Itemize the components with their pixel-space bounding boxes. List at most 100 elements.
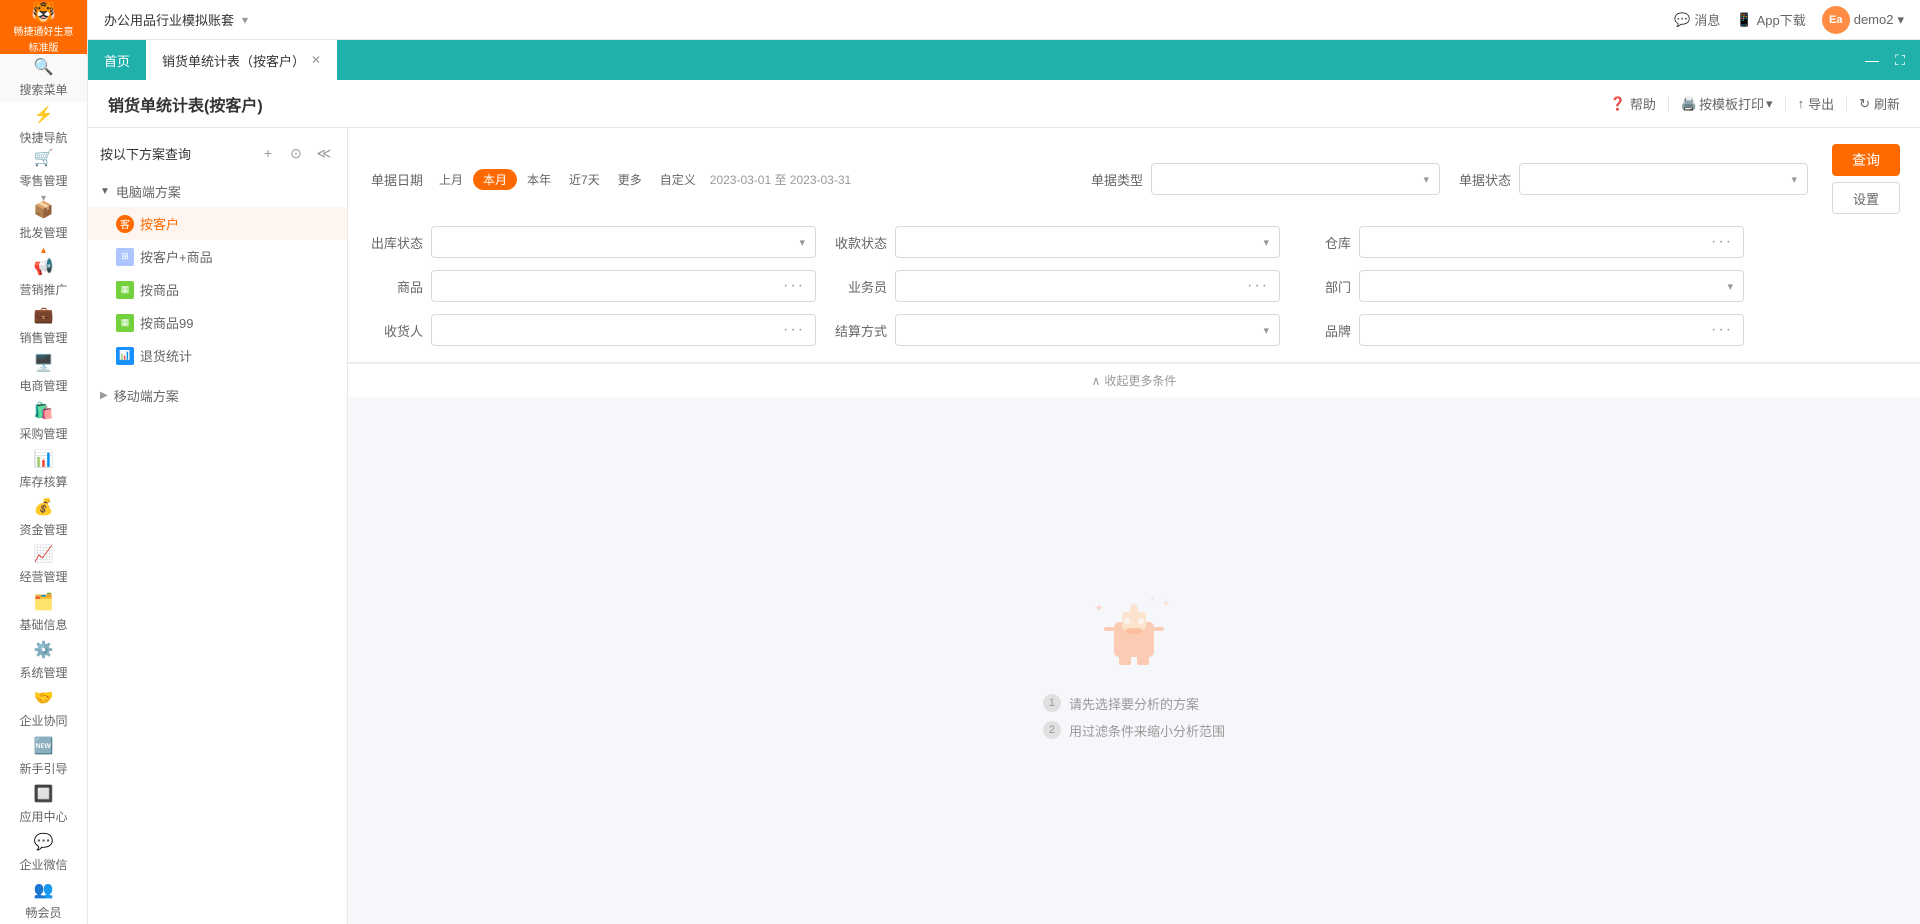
sidebar-item-inventory-label: 库存核算 <box>19 473 67 490</box>
tree-root-mobile-label: 移动端方案 <box>114 386 179 405</box>
goods-input[interactable]: ··· <box>431 270 816 302</box>
sidebar-item-quicknav[interactable]: ⚡ 快捷导航 <box>0 102 87 150</box>
tab-minimize-btn[interactable]: — <box>1860 48 1884 72</box>
logo-sub: 标准版 <box>29 39 59 54</box>
filter-out-status: 出库状态 ▾ <box>368 226 816 258</box>
date-tab-7days[interactable]: 近7天 <box>561 169 608 190</box>
sidebar-item-appcenter[interactable]: 🔲 应用中心 <box>0 780 87 828</box>
sidebar-item-wholesale[interactable]: 📦 批发管理 ▴ <box>0 202 87 254</box>
tree-item-by-customer[interactable]: 客 按客户 <box>88 207 347 240</box>
print-btn[interactable]: 🖨️ 按模板打印 ▾ <box>1681 94 1773 113</box>
app-download-btn[interactable]: 📱 App下载 <box>1736 10 1805 29</box>
page-header: 销货单统计表(按客户) ❓ 帮助 🖨️ 按模板打印 ▾ ↑ 导出 <box>88 80 1920 128</box>
sidebar-item-corpwechat-label: 企业微信 <box>19 856 67 873</box>
user-area[interactable]: Ea demo2 ▾ <box>1822 6 1904 34</box>
export-btn[interactable]: ↑ 导出 <box>1798 94 1835 113</box>
sidebar-item-appcenter-label: 应用中心 <box>19 808 67 825</box>
sidebar-item-enterprise[interactable]: 🤝 企业协同 <box>0 685 87 733</box>
out-status-input[interactable]: ▾ <box>431 226 816 258</box>
settings-button[interactable]: 设置 <box>1832 182 1900 214</box>
sidebar-item-retail[interactable]: 🛒 零售管理 ▾ <box>0 150 87 202</box>
date-tab-thisyear[interactable]: 本年 <box>519 169 559 190</box>
filter-goods: 商品 ··· <box>368 270 816 302</box>
sidebar-item-search[interactable]: 🔍 搜索菜单 <box>0 54 87 102</box>
panel-add-btn[interactable]: + <box>257 142 279 164</box>
tree-mobile-section: ▶ 移动端方案 <box>88 376 347 415</box>
panel-collapse-btn[interactable]: ≪ <box>313 142 335 164</box>
refresh-icon: ↻ <box>1859 96 1870 112</box>
tab-maximize-btn[interactable]: ⛶ <box>1888 48 1912 72</box>
logo-text: 畅捷通好生意 <box>14 27 74 39</box>
quicknav-icon: ⚡ <box>34 105 54 125</box>
by-customer-label: 按客户 <box>140 214 179 233</box>
query-button[interactable]: 查询 <box>1832 144 1900 176</box>
date-tab-more[interactable]: 更多 <box>610 169 650 190</box>
settle-input[interactable]: ▾ <box>895 314 1280 346</box>
date-tab-lastmonth[interactable]: 上月 <box>431 169 471 190</box>
sidebar-item-finance[interactable]: 💰 资金管理 <box>0 493 87 541</box>
tab-home[interactable]: 首页 <box>88 40 146 80</box>
recv-status-input[interactable]: ▾ <box>895 226 1280 258</box>
sidebar-item-purchase-label: 采购管理 <box>19 425 67 442</box>
message-btn[interactable]: 💬 消息 <box>1674 10 1720 29</box>
order-status-input[interactable]: ▾ <box>1519 163 1808 195</box>
tree-root-mobile[interactable]: ▶ 移动端方案 <box>88 380 347 411</box>
svg-text:✦: ✦ <box>1149 595 1156 604</box>
help-btn[interactable]: ❓ 帮助 <box>1610 94 1656 113</box>
filter-brand: 品牌 ··· <box>1296 314 1744 346</box>
tab-active[interactable]: 销货单统计表（按客户） ✕ <box>146 40 337 80</box>
date-tab-thismonth[interactable]: 本月 <box>473 169 517 190</box>
salesman-dots: ··· <box>1247 277 1269 295</box>
sidebar-item-operations[interactable]: 📈 经营管理 <box>0 541 87 589</box>
date-tab-custom[interactable]: 自定义 <box>652 169 704 190</box>
header-dropdown[interactable]: ▾ <box>242 13 248 27</box>
sidebar-item-inventory[interactable]: 📊 库存核算 <box>0 445 87 493</box>
marketing-icon: 📢 <box>34 257 54 277</box>
sidebar-item-corpwechat[interactable]: 💬 企业微信 <box>0 828 87 876</box>
tree-item-return-stats[interactable]: 📊 退货统计 <box>88 339 347 372</box>
salesman-input[interactable]: ··· <box>895 270 1280 302</box>
recv-status-arrow: ▾ <box>1263 236 1269 249</box>
sidebar-item-purchase[interactable]: 🛍️ 采购管理 <box>0 397 87 445</box>
order-type-input[interactable]: ▾ <box>1151 163 1440 195</box>
tree-item-customer-goods[interactable]: ⊞ 按客户+商品 <box>88 240 347 273</box>
sidebar-item-enterprise-label: 企业协同 <box>19 712 67 729</box>
panel-edit-btn[interactable]: ⊙ <box>285 142 307 164</box>
collapse-bar[interactable]: ∧ 收起更多条件 <box>348 363 1920 397</box>
tab-close-btn[interactable]: ✕ <box>311 53 321 67</box>
tree-root-desktop[interactable]: ▼ 电脑端方案 <box>88 176 347 207</box>
tree-item-by-goods[interactable]: ▦ 按商品 <box>88 273 347 306</box>
sidebar-item-basic[interactable]: 🗂️ 基础信息 <box>0 589 87 637</box>
receiver-input[interactable]: ··· <box>431 314 816 346</box>
dept-input[interactable]: ▾ <box>1359 270 1744 302</box>
warehouse-input[interactable]: ··· <box>1359 226 1744 258</box>
sidebar-item-wholesale-label: 批发管理 <box>19 224 67 241</box>
sidebar-item-newuser[interactable]: 🆕 新手引导 <box>0 733 87 781</box>
sidebar-item-system[interactable]: ⚙️ 系统管理 <box>0 637 87 685</box>
customer-goods-icon: ⊞ <box>116 248 134 266</box>
sidebar-item-sales[interactable]: 💼 销售管理 <box>0 302 87 350</box>
sales-icon: 💼 <box>34 305 54 325</box>
user-dropdown-icon: ▾ <box>1897 12 1904 28</box>
refresh-btn[interactable]: ↻ 刷新 <box>1859 94 1900 113</box>
sidebar-item-member[interactable]: 👥 畅会员 <box>0 876 87 924</box>
sidebar-item-marketing[interactable]: 📢 营销推广 <box>0 254 87 302</box>
panel-header: 按以下方案查询 + ⊙ ≪ <box>88 138 347 172</box>
logo[interactable]: 🐯 畅捷通好生意 标准版 <box>0 0 87 54</box>
svg-text:✦: ✦ <box>1162 599 1170 610</box>
left-panel: 按以下方案查询 + ⊙ ≪ ▼ 电脑端方案 客 按客户 <box>88 128 348 924</box>
divider2 <box>1785 96 1786 112</box>
divider3 <box>1846 96 1847 112</box>
order-status-arrow: ▾ <box>1791 173 1797 186</box>
tip-text-1: 请先选择要分析的方案 <box>1069 694 1199 713</box>
tree-item-by-goods99[interactable]: ▦ 按商品99 <box>88 306 347 339</box>
order-status-label: 单据状态 <box>1456 170 1511 189</box>
brand-input[interactable]: ··· <box>1359 314 1744 346</box>
filter-order-type: 单据类型 ▾ <box>1088 163 1440 195</box>
tab-bar-actions: — ⛶ <box>1860 48 1920 72</box>
settle-label: 结算方式 <box>832 321 887 340</box>
sidebar-item-basic-label: 基础信息 <box>19 616 67 633</box>
sidebar-item-ecommerce[interactable]: 🖥️ 电商管理 <box>0 350 87 398</box>
warehouse-label: 仓库 <box>1296 233 1351 252</box>
page-actions: ❓ 帮助 🖨️ 按模板打印 ▾ ↑ 导出 ↻ 刷新 <box>1610 94 1900 113</box>
